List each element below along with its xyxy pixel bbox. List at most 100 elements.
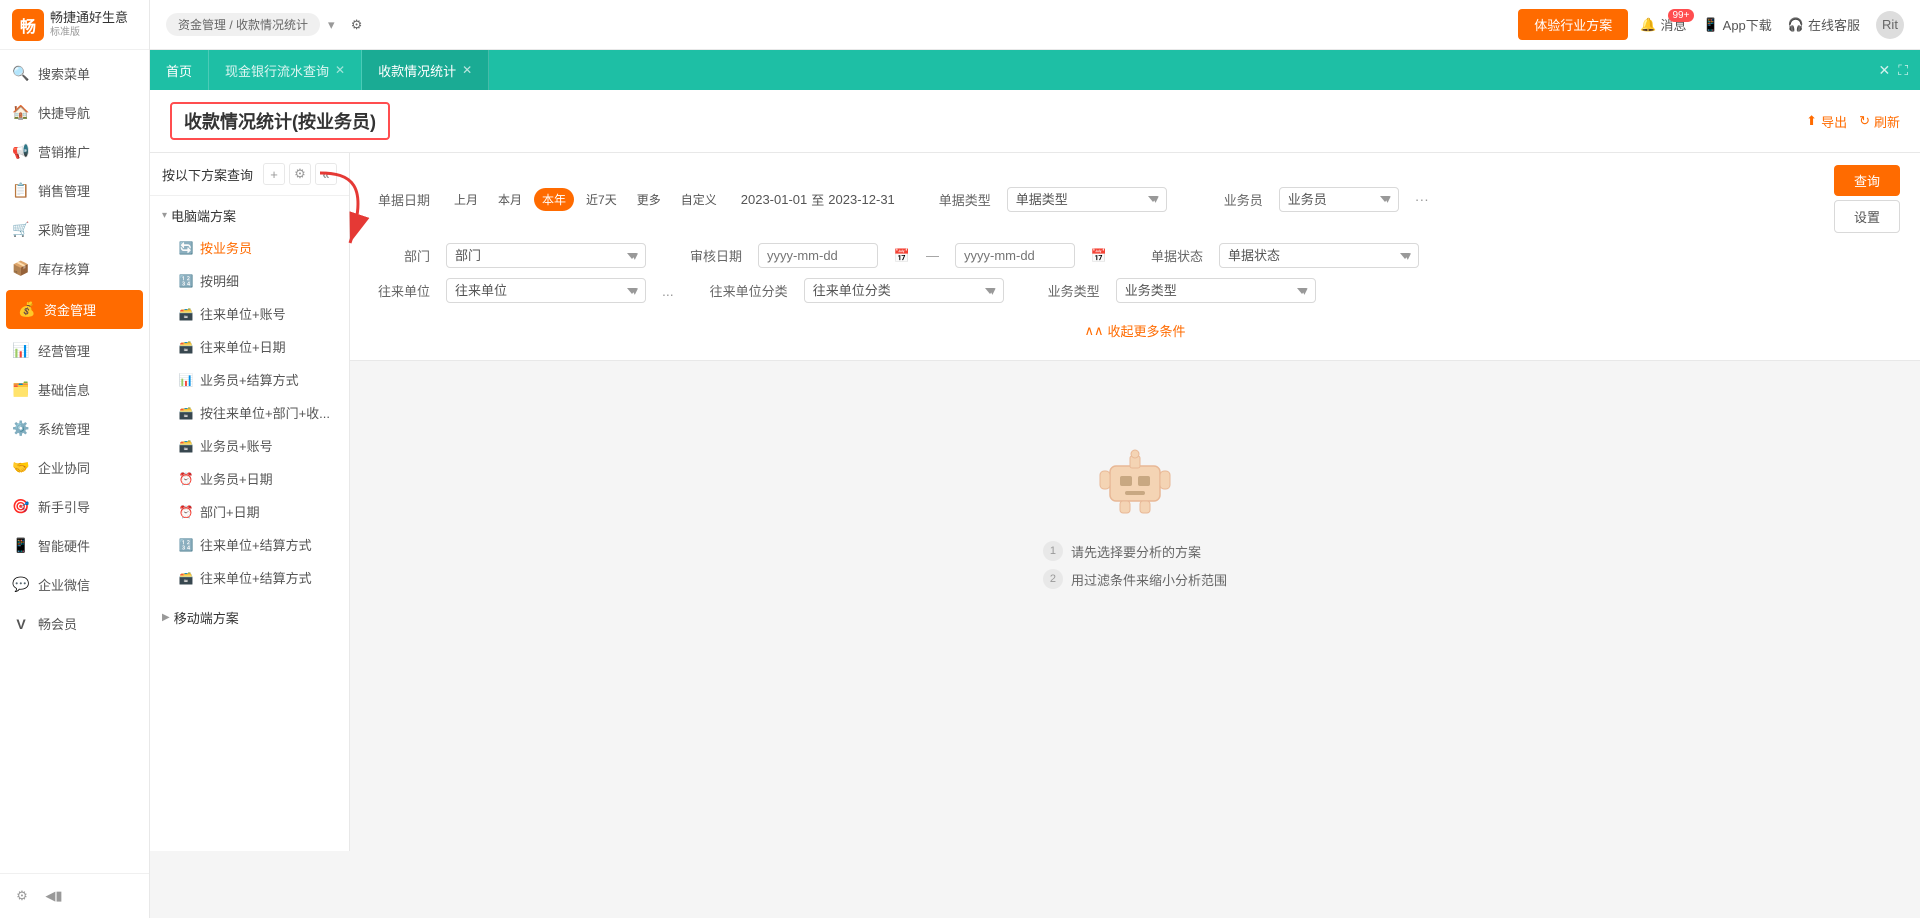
search-icon: 🔍 [12, 65, 30, 83]
date-tab-custom[interactable]: 自定义 [673, 188, 725, 211]
sidebar-collapse-button[interactable]: ◀▮ [42, 884, 66, 908]
tab-receipt[interactable]: 收款情况统计 ✕ [362, 50, 489, 90]
basicinfo-icon: 🗂️ [12, 381, 30, 399]
business-type-select-wrapper: 业务类型 [1116, 278, 1316, 303]
logo-icon: 畅 [12, 9, 44, 41]
tab-receipt-close[interactable]: ✕ [462, 63, 472, 77]
scheme-item-detail[interactable]: 🔢 按明细 [150, 264, 349, 297]
sidebar-item-purchase[interactable]: 🛒 采购管理 [0, 210, 149, 249]
panel-collapse-button[interactable]: « [315, 163, 337, 185]
salesperson-select-wrapper: 业务员 [1279, 187, 1399, 212]
message-button[interactable]: 🔔 消息 99+ [1640, 15, 1686, 34]
marketing-icon: 📢 [12, 143, 30, 161]
scheme-item-sales-settlement[interactable]: 📊 业务员+结算方式 [150, 363, 349, 396]
sidebar-item-member[interactable]: V 畅会员 [0, 604, 149, 643]
refresh-icon: ↻ [1859, 113, 1870, 129]
trial-button[interactable]: 体验行业方案 [1518, 9, 1628, 40]
page-actions: ⬆ 导出 ↻ 刷新 [1806, 112, 1900, 131]
scheme-item-unit-date[interactable]: 🗃️ 往来单位+日期 [150, 330, 349, 363]
dept-select[interactable]: 部门 [446, 243, 646, 268]
sidebar-item-basicinfo[interactable]: 🗂️ 基础信息 [0, 370, 149, 409]
filter-area: 单据日期 上月 本月 本年 近7天 更多 自定义 2023-01-01 至 [350, 153, 1920, 361]
empty-step-2: 2 用过滤条件来缩小分析范围 [1043, 569, 1227, 589]
audit-date-to-input[interactable] [955, 243, 1075, 268]
sidebar-gear-button[interactable]: ⚙ [10, 884, 34, 908]
voucher-type-select[interactable]: 单据类型 [1007, 187, 1167, 212]
audit-date-to-calendar-icon[interactable]: 📅 [1091, 248, 1107, 264]
sidebar-item-search[interactable]: 🔍 搜索菜单 [0, 54, 149, 93]
query-button[interactable]: 查询 [1834, 165, 1900, 196]
main-area: 资金管理 / 收款情况统计 ▾ ⚙ 体验行业方案 🔔 消息 99+ 📱 App下… [150, 0, 1920, 918]
sidebar-item-marketing[interactable]: 📢 营销推广 [0, 132, 149, 171]
audit-date-from-calendar-icon[interactable]: 📅 [894, 248, 910, 264]
date-tab-this-month[interactable]: 本月 [490, 188, 530, 211]
enterprise-icon: 🤝 [12, 459, 30, 477]
tab-home[interactable]: 首页 [150, 50, 209, 90]
partner-category-label: 往来单位分类 [710, 281, 788, 300]
sidebar-item-guide[interactable]: 🎯 新手引导 [0, 487, 149, 526]
topbar-gear-button[interactable]: ⚙ [343, 11, 371, 39]
mobile-scheme-group-header[interactable]: ▶ 移动端方案 [150, 602, 349, 633]
empty-state: 1 请先选择要分析的方案 2 用过滤条件来缩小分析范围 [1043, 441, 1227, 589]
finance-icon: 💰 [18, 301, 36, 319]
date-tab-last-month[interactable]: 上月 [446, 188, 486, 211]
voucher-status-select[interactable]: 单据状态 [1219, 243, 1419, 268]
partner-category-select[interactable]: 往来单位分类 [804, 278, 1004, 303]
member-icon: V [12, 615, 30, 633]
panel-add-button[interactable]: + [263, 163, 285, 185]
scheme-unit-account-icon: 🗃️ [178, 306, 194, 322]
panel-settings-button[interactable]: ⚙ [289, 163, 311, 185]
tab-bank-close[interactable]: ✕ [335, 63, 345, 77]
scheme-item-sales-account[interactable]: 🗃️ 业务员+账号 [150, 429, 349, 462]
date-tab-more[interactable]: 更多 [629, 188, 669, 211]
app-download-button[interactable]: 📱 App下载 [1702, 15, 1771, 34]
scheme-dept-date-icon: ⏰ [178, 504, 194, 520]
sidebar: 畅 畅捷通好生意 标准版 🔍 搜索菜单 🏠 快捷导航 📢 营销推广 📋 销售管理… [0, 0, 150, 918]
pc-scheme-group-header[interactable]: ▾ 电脑端方案 [150, 200, 349, 231]
sidebar-item-quicknav[interactable]: 🏠 快捷导航 [0, 93, 149, 132]
partner-more-button[interactable]: ... [662, 283, 674, 299]
sidebar-item-enterprise[interactable]: 🤝 企业协同 [0, 448, 149, 487]
export-button[interactable]: ⬆ 导出 [1806, 112, 1847, 131]
refresh-button[interactable]: ↻ 刷新 [1859, 112, 1900, 131]
online-service-button[interactable]: 🎧 在线客服 [1788, 15, 1860, 34]
filter-settings-button[interactable]: 设置 [1834, 200, 1900, 233]
sidebar-item-hardware[interactable]: 📱 智能硬件 [0, 526, 149, 565]
tab-fullscreen-button[interactable]: ⛶ [1898, 62, 1908, 79]
sidebar-item-wechat[interactable]: 💬 企业微信 [0, 565, 149, 604]
date-tab-last-7[interactable]: 近7天 [578, 188, 625, 211]
tab-close-all-button[interactable]: ✕ [1878, 62, 1890, 79]
topbar-right: 🔔 消息 99+ 📱 App下载 🎧 在线客服 Rit [1640, 11, 1904, 39]
scheme-item-sales-date[interactable]: ⏰ 业务员+日期 [150, 462, 349, 495]
breadcrumb-dropdown[interactable]: ▾ [328, 17, 335, 33]
tab-bank[interactable]: 现金银行流水查询 ✕ [209, 50, 362, 90]
partner-select[interactable]: 往来单位 [446, 278, 646, 303]
sidebar-item-operations[interactable]: 📊 经营管理 [0, 331, 149, 370]
salesperson-select[interactable]: 业务员 [1279, 187, 1399, 212]
scheme-sales-settlement-icon: 📊 [178, 372, 194, 388]
voucher-status-label: 单据状态 [1143, 246, 1203, 265]
sidebar-item-sales[interactable]: 📋 销售管理 [0, 171, 149, 210]
sidebar-item-finance[interactable]: 💰 资金管理 [6, 290, 143, 329]
audit-date-label: 审核日期 [682, 246, 742, 265]
date-tab-this-year[interactable]: 本年 [534, 188, 574, 211]
scheme-item-dept-date[interactable]: ⏰ 部门+日期 [150, 495, 349, 528]
collapse-filter-button[interactable]: ∧∧ 收起更多条件 [370, 313, 1900, 348]
page-title: 收款情况统计(按业务员) [184, 112, 376, 132]
scheme-item-salesperson[interactable]: 🔄 按业务员 [150, 231, 349, 264]
business-type-select[interactable]: 业务类型 [1116, 278, 1316, 303]
scheme-item-unit-settlement1[interactable]: 🔢 往来单位+结算方式 [150, 528, 349, 561]
pc-scheme-arrow-icon: ▾ [162, 210, 167, 221]
logo-area: 畅 畅捷通好生意 标准版 [0, 0, 149, 50]
scheme-item-unit-dept-recv[interactable]: 🗃️ 按往来单位+部门+收... [150, 396, 349, 429]
user-avatar[interactable]: Rit [1876, 11, 1904, 39]
sidebar-item-system[interactable]: ⚙️ 系统管理 [0, 409, 149, 448]
empty-steps: 1 请先选择要分析的方案 2 用过滤条件来缩小分析范围 [1043, 541, 1227, 589]
scheme-item-unit-account[interactable]: 🗃️ 往来单位+账号 [150, 297, 349, 330]
audit-date-from-input[interactable] [758, 243, 878, 268]
sidebar-item-inventory[interactable]: 📦 库存核算 [0, 249, 149, 288]
left-panel: 按以下方案查询 + ⚙ « ▾ 电脑端方案 🔄 按业务员 [150, 153, 350, 851]
voucher-type-label: 单据类型 [931, 190, 991, 209]
scheme-item-unit-settlement2[interactable]: 🗃️ 往来单位+结算方式 [150, 561, 349, 594]
salesperson-more-button[interactable]: ··· [1415, 191, 1429, 207]
